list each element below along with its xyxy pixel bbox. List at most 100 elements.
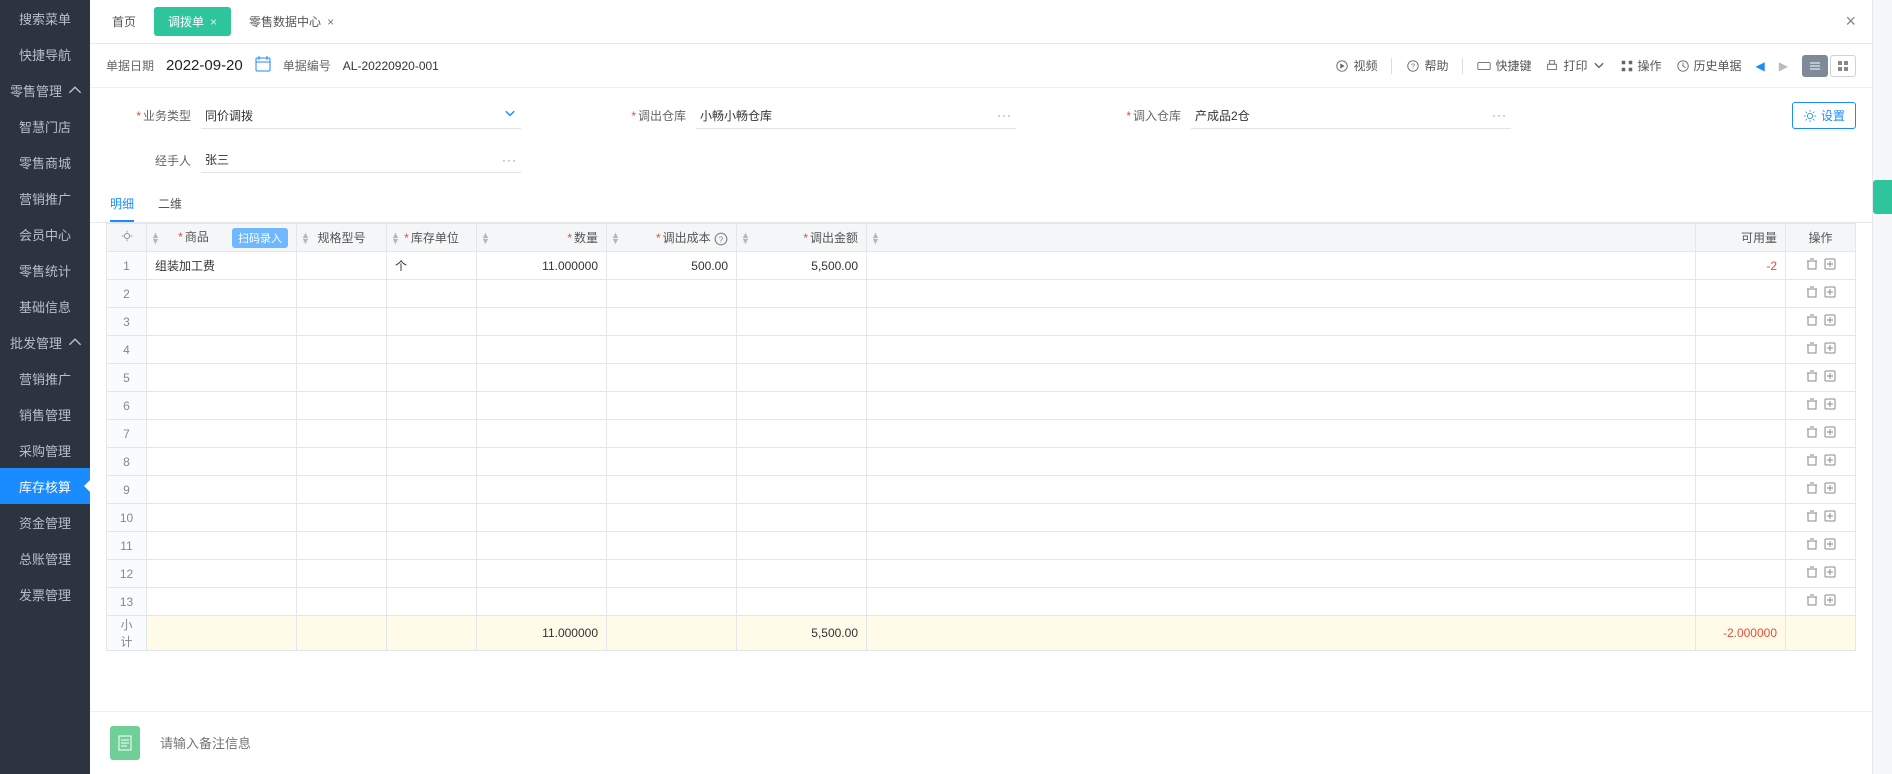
table-row[interactable]: 11 — [107, 532, 1856, 560]
col-out-cost[interactable]: ▲▼调出成本 ? — [607, 224, 737, 252]
close-icon[interactable]: × — [327, 15, 334, 29]
add-row-icon[interactable] — [1823, 285, 1837, 299]
sidebar-item-ledger[interactable]: 总账管理 — [0, 540, 90, 576]
sidebar-item-search-menu[interactable]: 搜索菜单 — [0, 0, 90, 36]
sidebar-group-retail[interactable]: 零售管理 — [0, 72, 90, 108]
history-button[interactable]: 历史单据 — [1676, 57, 1742, 74]
table-row[interactable]: 9 — [107, 476, 1856, 504]
video-button[interactable]: 视频 — [1335, 57, 1377, 74]
table-row[interactable]: 1组装加工费个11.000000500.005,500.00-2 — [107, 252, 1856, 280]
col-spec[interactable]: ▲▼规格型号 — [297, 224, 387, 252]
col-unit[interactable]: ▲▼库存单位 — [387, 224, 477, 252]
add-row-icon[interactable] — [1823, 425, 1837, 439]
view-list-button[interactable] — [1802, 55, 1828, 77]
business-type-input[interactable]: 同价调拨 — [201, 103, 521, 129]
sort-icon[interactable]: ▲▼ — [151, 232, 160, 244]
tab-retail-data-center[interactable]: 零售数据中心× — [235, 7, 348, 36]
delete-icon[interactable] — [1805, 453, 1819, 467]
date-value[interactable]: 2022-09-20 — [166, 57, 243, 74]
calendar-icon[interactable] — [255, 56, 271, 75]
sidebar-item-retail-stats[interactable]: 零售统计 — [0, 252, 90, 288]
sort-icon[interactable]: ▲▼ — [301, 232, 310, 244]
add-row-icon[interactable] — [1823, 313, 1837, 327]
more-icon[interactable]: ··· — [502, 153, 517, 167]
sort-icon[interactable]: ▲▼ — [611, 232, 620, 244]
sidebar-item-fund[interactable]: 资金管理 — [0, 504, 90, 540]
add-row-icon[interactable] — [1823, 453, 1837, 467]
table-row[interactable]: 12 — [107, 560, 1856, 588]
shortcut-button[interactable]: 快捷键 — [1477, 57, 1531, 74]
operate-button[interactable]: 操作 — [1620, 57, 1662, 74]
add-row-icon[interactable] — [1823, 537, 1837, 551]
table-row[interactable]: 10 — [107, 504, 1856, 532]
delete-icon[interactable] — [1805, 341, 1819, 355]
remark-input[interactable] — [160, 736, 1852, 751]
table-row[interactable]: 6 — [107, 392, 1856, 420]
operator-input[interactable]: 张三··· — [201, 147, 521, 173]
help-button[interactable]: ?帮助 — [1406, 57, 1448, 74]
col-out-amount[interactable]: ▲▼调出金额 — [737, 224, 867, 252]
print-button[interactable]: 打印 — [1545, 57, 1605, 74]
out-wh-input[interactable]: 小畅小畅仓库··· — [696, 103, 1016, 129]
delete-icon[interactable] — [1805, 537, 1819, 551]
table-row[interactable]: 7 — [107, 420, 1856, 448]
table-row[interactable]: 5 — [107, 364, 1856, 392]
delete-icon[interactable] — [1805, 285, 1819, 299]
sidebar-item-inventory[interactable]: 库存核算 — [0, 468, 90, 504]
close-all-tabs-icon[interactable]: × — [1845, 11, 1856, 32]
delete-icon[interactable] — [1805, 509, 1819, 523]
table-row[interactable]: 13 — [107, 588, 1856, 616]
sidebar-item-purchase[interactable]: 采购管理 — [0, 432, 90, 468]
col-available[interactable]: 可用量 — [1696, 224, 1786, 252]
sidebar-item-member-center[interactable]: 会员中心 — [0, 216, 90, 252]
sort-icon[interactable]: ▲▼ — [741, 232, 750, 244]
tab-transfer-order[interactable]: 调拨单× — [154, 7, 231, 36]
more-icon[interactable]: ··· — [997, 108, 1012, 122]
delete-icon[interactable] — [1805, 257, 1819, 271]
table-row[interactable]: 4 — [107, 336, 1856, 364]
sort-icon[interactable]: ▲▼ — [871, 232, 880, 244]
sidebar-item-sales-mgmt[interactable]: 销售管理 — [0, 396, 90, 432]
add-row-icon[interactable] — [1823, 509, 1837, 523]
column-config-button[interactable] — [107, 224, 147, 252]
subtab-detail[interactable]: 明细 — [110, 195, 134, 222]
sort-icon[interactable]: ▲▼ — [481, 232, 490, 244]
side-panel-handle[interactable] — [1873, 180, 1892, 214]
prev-icon[interactable]: ◀ — [1756, 59, 1765, 73]
delete-icon[interactable] — [1805, 565, 1819, 579]
table-row[interactable]: 2 — [107, 280, 1856, 308]
delete-icon[interactable] — [1805, 425, 1819, 439]
add-row-icon[interactable] — [1823, 397, 1837, 411]
delete-icon[interactable] — [1805, 593, 1819, 607]
close-icon[interactable]: × — [210, 15, 217, 29]
view-card-button[interactable] — [1830, 55, 1856, 77]
sidebar-item-marketing-2[interactable]: 营销推广 — [0, 360, 90, 396]
delete-icon[interactable] — [1805, 313, 1819, 327]
add-row-icon[interactable] — [1823, 341, 1837, 355]
info-icon[interactable]: ? — [714, 232, 728, 246]
delete-icon[interactable] — [1805, 481, 1819, 495]
in-wh-input[interactable]: 产成品2仓··· — [1191, 103, 1511, 129]
add-row-icon[interactable] — [1823, 369, 1837, 383]
sidebar-item-invoice[interactable]: 发票管理 — [0, 576, 90, 612]
add-row-icon[interactable] — [1823, 593, 1837, 607]
delete-icon[interactable] — [1805, 369, 1819, 383]
add-row-icon[interactable] — [1823, 257, 1837, 271]
sidebar-item-smart-store[interactable]: 智慧门店 — [0, 108, 90, 144]
scan-input-button[interactable]: 扫码录入 — [232, 228, 288, 248]
delete-icon[interactable] — [1805, 397, 1819, 411]
sidebar-item-basic-info[interactable]: 基础信息 — [0, 288, 90, 324]
sort-icon[interactable]: ▲▼ — [391, 232, 400, 244]
next-icon[interactable]: ▶ — [1779, 59, 1788, 73]
sidebar-item-retail-mall[interactable]: 零售商城 — [0, 144, 90, 180]
col-qty[interactable]: ▲▼数量 — [477, 224, 607, 252]
col-product[interactable]: ▲▼商品扫码录入 — [147, 224, 297, 252]
table-row[interactable]: 8 — [107, 448, 1856, 476]
sidebar-item-marketing[interactable]: 营销推广 — [0, 180, 90, 216]
add-row-icon[interactable] — [1823, 481, 1837, 495]
sidebar-item-quick-nav[interactable]: 快捷导航 — [0, 36, 90, 72]
table-row[interactable]: 3 — [107, 308, 1856, 336]
more-icon[interactable]: ··· — [1492, 108, 1507, 122]
settings-button[interactable]: 设置 — [1792, 102, 1856, 129]
tab-home[interactable]: 首页 — [98, 7, 150, 36]
